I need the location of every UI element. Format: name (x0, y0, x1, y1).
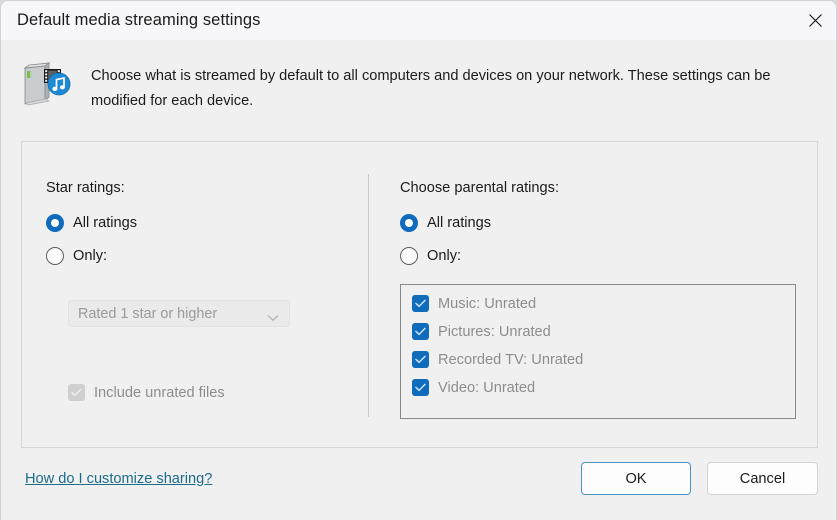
dialog-description: Choose what is streamed by default to al… (91, 68, 771, 109)
close-icon (808, 13, 823, 28)
dialog-header: Choose what is streamed by default to al… (1, 40, 836, 126)
radio-on-icon (46, 214, 64, 232)
parental-ratings-radio-only[interactable]: Only: (400, 247, 461, 265)
star-ratings-radio-only-label: Only: (73, 248, 108, 264)
column-divider (368, 174, 369, 417)
checkbox-checked-icon (412, 295, 429, 312)
star-ratings-radio-all[interactable]: All ratings (46, 214, 137, 232)
list-item[interactable]: Pictures: Unrated (412, 323, 551, 340)
list-item-label: Pictures: Unrated (438, 323, 551, 340)
parental-ratings-radio-only-label: Only: (427, 248, 462, 264)
list-item-label: Recorded TV: Unrated (438, 351, 584, 368)
media-server-icon (19, 62, 75, 110)
cancel-button[interactable]: Cancel (707, 462, 818, 495)
checkbox-checked-icon (412, 323, 429, 340)
settings-groupbox: Star ratings: All ratings Only: Rated 1 … (21, 141, 818, 448)
ok-button[interactable]: OK (581, 462, 691, 495)
list-item[interactable]: Music: Unrated (412, 295, 536, 312)
checkbox-checked-icon (412, 351, 429, 368)
dialog-title: Default media streaming settings (17, 11, 261, 29)
title-bar: Default media streaming settings (1, 1, 836, 40)
radio-off-icon (400, 247, 418, 265)
dialog-window: Default media streaming settings Choose … (0, 0, 837, 520)
close-button[interactable] (792, 1, 836, 39)
help-link[interactable]: How do I customize sharing? (25, 471, 212, 487)
list-item[interactable]: Recorded TV: Unrated (412, 351, 583, 368)
list-item-label: Music: Unrated (438, 295, 537, 312)
parental-ratings-radio-all-label: All ratings (427, 215, 492, 231)
include-unrated-checkbox[interactable]: Include unrated files (68, 384, 225, 401)
checkbox-checked-disabled-icon (68, 384, 85, 401)
star-rating-dropdown[interactable]: Rated 1 star or higher (68, 300, 290, 327)
radio-off-icon (46, 247, 64, 265)
star-rating-dropdown-value: Rated 1 star or higher (78, 305, 218, 322)
parental-ratings-list: Music: Unrated Pictures: Unrated Recorde… (400, 284, 796, 419)
radio-on-icon (400, 214, 418, 232)
star-ratings-radio-only[interactable]: Only: (46, 247, 107, 265)
list-item-label: Video: Unrated (438, 379, 536, 396)
star-ratings-label: Star ratings: (46, 180, 125, 196)
chevron-down-icon (267, 309, 279, 327)
checkbox-checked-icon (412, 379, 429, 396)
list-item[interactable]: Video: Unrated (412, 379, 535, 396)
include-unrated-label: Include unrated files (94, 384, 225, 401)
parental-ratings-radio-all[interactable]: All ratings (400, 214, 491, 232)
parental-ratings-label: Choose parental ratings: (400, 180, 560, 196)
star-ratings-radio-all-label: All ratings (73, 215, 138, 231)
